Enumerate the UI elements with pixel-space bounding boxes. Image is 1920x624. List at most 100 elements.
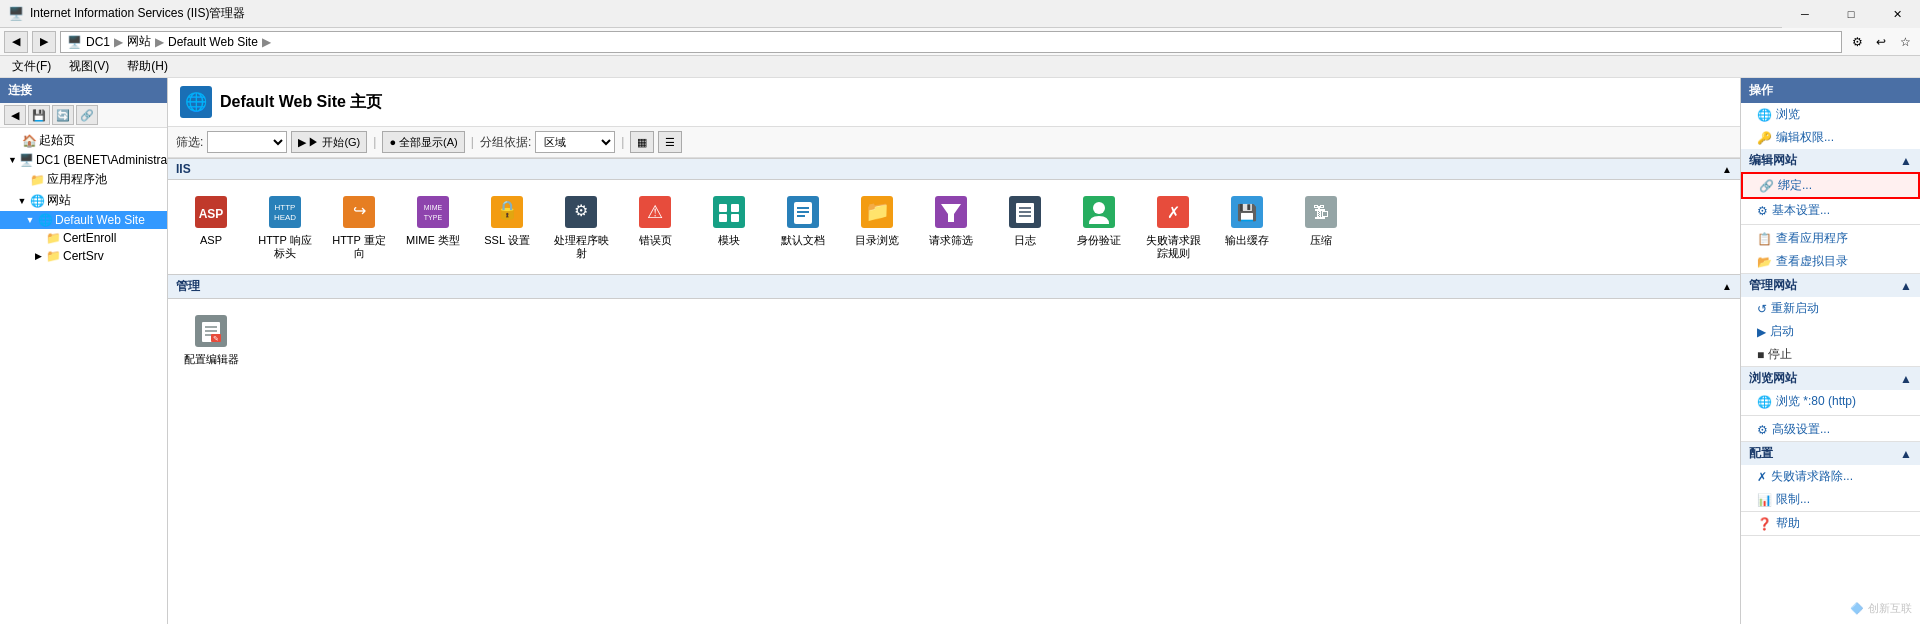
forward-button[interactable]: ▶ — [32, 31, 56, 53]
tree-item-defaultweb[interactable]: ▼ 🌐 Default Web Site — [0, 211, 167, 229]
toolbar-save[interactable]: 💾 — [28, 105, 50, 125]
filter-start-btn[interactable]: ▶ ▶ 开始(G) — [291, 131, 367, 153]
edit-site-section: 编辑网站 ▲ 🔗 绑定... ⚙ 基本设置... 📋 查看应用程序 📂 查看虚拟… — [1741, 149, 1920, 274]
action-sep2 — [1741, 415, 1920, 416]
minimize-button[interactable]: ─ — [1782, 0, 1828, 28]
menu-file[interactable]: 文件(F) — [4, 56, 59, 77]
toolbar-refresh[interactable]: 🔄 — [52, 105, 74, 125]
tree-item-certsrv[interactable]: ▶ 📁 CertSrv — [0, 247, 167, 265]
action-start[interactable]: ▶ 启动 — [1741, 320, 1920, 343]
action-limits[interactable]: 📊 限制... — [1741, 488, 1920, 511]
browse80-icon: 🌐 — [1757, 395, 1772, 409]
addr-icon: 🖥️ — [67, 35, 82, 49]
action-restart[interactable]: ↺ 重新启动 — [1741, 297, 1920, 320]
view-btn2[interactable]: ☰ — [658, 131, 682, 153]
addr-btn2[interactable]: ↩ — [1870, 31, 1892, 53]
view-btn[interactable]: ▦ — [630, 131, 654, 153]
icon-error-box: ⚠ — [637, 194, 673, 230]
menu-help[interactable]: 帮助(H) — [119, 56, 176, 77]
icon-error[interactable]: ⚠ 错误页 — [620, 188, 690, 253]
basic-icon: ⚙ — [1757, 204, 1768, 218]
tree-item-home[interactable]: 🏠 起始页 — [0, 130, 167, 151]
action-view-vdirs[interactable]: 📂 查看虚拟目录 — [1741, 250, 1920, 273]
icon-auth[interactable]: 身份验证 — [1064, 188, 1134, 253]
tree-item-apppool[interactable]: 📁 应用程序池 — [0, 169, 167, 190]
manage-site-chevron: ▲ — [1900, 279, 1912, 293]
tree-item-sites[interactable]: ▼ 🌐 网站 — [0, 190, 167, 211]
addr-btn1[interactable]: ⚙ — [1846, 31, 1868, 53]
svg-text:TYPE: TYPE — [424, 214, 443, 221]
compress-label: 压缩 — [1310, 234, 1332, 247]
icon-mime-box: MIMETYPE — [415, 194, 451, 230]
filter-showall-btn[interactable]: ● 全部显示(A) — [382, 131, 464, 153]
icon-request-filter[interactable]: 请求筛选 — [916, 188, 986, 253]
request-filter-label: 请求筛选 — [929, 234, 973, 247]
maximize-button[interactable]: □ — [1828, 0, 1874, 28]
edit-site-title[interactable]: 编辑网站 ▲ — [1741, 149, 1920, 172]
icon-dir-browse[interactable]: 📁 目录浏览 — [842, 188, 912, 253]
action-browse[interactable]: 🌐 浏览 — [1741, 103, 1920, 126]
icon-ssl[interactable]: 🔒 SSL 设置 — [472, 188, 542, 253]
icon-failed-req[interactable]: ✗ 失败请求跟踪规则 — [1138, 188, 1208, 266]
action-help[interactable]: ❓ 帮助 — [1741, 512, 1920, 535]
icon-handler[interactable]: ⚙ 处理程序映射 — [546, 188, 616, 266]
icon-http-header[interactable]: HTTPHEAD HTTP 响应标头 — [250, 188, 320, 266]
mgmt-section-header[interactable]: 管理 ▲ — [168, 274, 1740, 299]
restart-icon: ↺ — [1757, 302, 1767, 316]
config-editor-label: 配置编辑器 — [184, 353, 239, 366]
browse-site-title[interactable]: 浏览网站 ▲ — [1741, 367, 1920, 390]
action-binding[interactable]: 🔗 绑定... — [1741, 172, 1920, 199]
browse-site-chevron: ▲ — [1900, 372, 1912, 386]
mgmt-chevron: ▲ — [1722, 281, 1732, 292]
icon-mime[interactable]: MIMETYPE MIME 类型 — [398, 188, 468, 253]
icon-dir-browse-box: 📁 — [859, 194, 895, 230]
icon-log[interactable]: 日志 — [990, 188, 1060, 253]
titlebar-text: Internet Information Services (IIS)管理器 — [30, 5, 1912, 22]
action-stop[interactable]: ■ 停止 — [1741, 343, 1920, 366]
mgmt-icons-grid: ✎ 配置编辑器 — [168, 299, 1740, 380]
left-toolbar: ◀ 💾 🔄 🔗 — [0, 103, 167, 128]
home-icon: 🏠 — [22, 134, 37, 148]
action-advanced-settings[interactable]: ⚙ 高级设置... — [1741, 418, 1920, 441]
connections-header: 连接 — [0, 78, 167, 103]
icon-config-editor[interactable]: ✎ 配置编辑器 — [176, 307, 246, 372]
tree-item-dc1[interactable]: ▼ 🖥️ DC1 (BENET\Administrator — [0, 151, 167, 169]
iis-section-header[interactable]: IIS ▲ — [168, 158, 1740, 180]
toolbar-connect[interactable]: 🔗 — [76, 105, 98, 125]
window-controls: ─ □ ✕ — [1782, 0, 1920, 28]
browse-site-section: 浏览网站 ▲ 🌐 浏览 *:80 (http) ⚙ 高级设置... — [1741, 367, 1920, 442]
action-browse80[interactable]: 🌐 浏览 *:80 (http) — [1741, 390, 1920, 413]
tree-home-label: 起始页 — [39, 132, 75, 149]
watermark: 🔷 创新互联 — [1850, 601, 1912, 616]
config-title[interactable]: 配置 ▲ — [1741, 442, 1920, 465]
svg-text:🔒: 🔒 — [496, 199, 519, 221]
http-header-label: HTTP 响应标头 — [254, 234, 316, 260]
action-basic-settings[interactable]: ⚙ 基本设置... — [1741, 199, 1920, 222]
filter-select[interactable] — [207, 131, 287, 153]
close-button[interactable]: ✕ — [1874, 0, 1920, 28]
icon-output-cache[interactable]: 💾 输出缓存 — [1212, 188, 1282, 253]
address-path[interactable]: 🖥️ DC1 ▶ 网站 ▶ Default Web Site ▶ — [60, 31, 1842, 53]
manage-site-title[interactable]: 管理网站 ▲ — [1741, 274, 1920, 297]
ssl-label: SSL 设置 — [484, 234, 529, 247]
icon-redirect[interactable]: ↪ HTTP 重定向 — [324, 188, 394, 266]
toolbar-back[interactable]: ◀ — [4, 105, 26, 125]
menu-view[interactable]: 视图(V) — [61, 56, 117, 77]
action-edit-permissions[interactable]: 🔑 编辑权限... — [1741, 126, 1920, 149]
start-icon: ▶ — [298, 136, 306, 149]
page-header: 🌐 Default Web Site 主页 — [168, 78, 1740, 127]
page-title: Default Web Site 主页 — [220, 92, 382, 113]
action-view-apps[interactable]: 📋 查看应用程序 — [1741, 227, 1920, 250]
icon-default-doc[interactable]: 默认文档 — [768, 188, 838, 253]
view-vdirs-icon: 📂 — [1757, 255, 1772, 269]
tree-item-certenroll[interactable]: 📁 CertEnroll — [0, 229, 167, 247]
actions-header: 操作 — [1741, 78, 1920, 103]
icon-compress[interactable]: 🗜 压缩 — [1286, 188, 1356, 253]
icon-failed-req-box: ✗ — [1155, 194, 1191, 230]
groupby-select[interactable]: 区域 — [535, 131, 615, 153]
icon-asp[interactable]: ASP ASP — [176, 188, 246, 253]
icon-module[interactable]: 模块 — [694, 188, 764, 253]
action-failed-req[interactable]: ✗ 失败请求路除... — [1741, 465, 1920, 488]
addr-btn3[interactable]: ☆ — [1894, 31, 1916, 53]
back-button[interactable]: ◀ — [4, 31, 28, 53]
